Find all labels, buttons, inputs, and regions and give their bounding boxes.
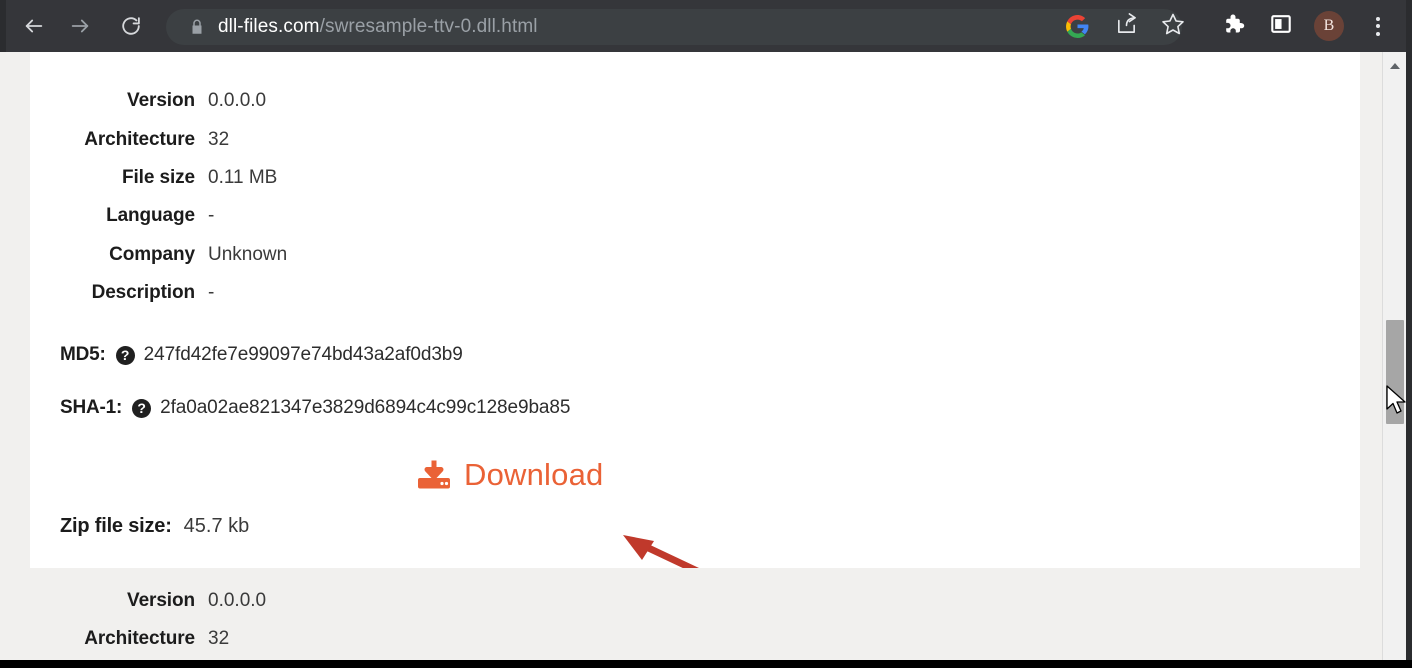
share-icon <box>1115 12 1138 40</box>
scrollbar-thumb[interactable] <box>1386 320 1404 424</box>
bookmark-button[interactable] <box>1155 8 1191 44</box>
md5-row: MD5: ? 247fd42fe7e99097e74bd43a2af0d3b9 <box>60 344 463 366</box>
spec-label: File size <box>121 167 195 188</box>
table-row: Description - <box>30 282 630 312</box>
spec-value: - <box>208 205 215 226</box>
sha1-row: SHA-1: ? 2fa0a02ae821347e3829d6894c4c99c… <box>60 397 570 419</box>
sha1-value: 2fa0a02ae821347e3829d6894c4c99c128e9ba85 <box>160 397 571 418</box>
help-question-icon[interactable]: ? <box>132 398 152 418</box>
browser-window: dll-files.com/swresample-ttv-0.dll.html <box>0 0 1412 668</box>
table-row: File size 0.11 MB <box>30 167 630 197</box>
puzzle-piece-icon <box>1221 12 1245 41</box>
spec-value: 0.0.0.0 <box>208 90 267 111</box>
spec-label: Version <box>127 590 195 611</box>
table-row: Architecture 32 <box>30 129 630 159</box>
spec-label: Description <box>91 282 196 303</box>
lock-icon <box>188 18 206 36</box>
spec-value: 0.11 MB <box>208 167 278 188</box>
side-panel-icon <box>1270 13 1292 40</box>
back-arrow-icon <box>23 15 45 37</box>
zip-file-size-row: Zip file size: 45.7 kb <box>60 515 249 538</box>
google-g-icon[interactable] <box>1059 8 1095 44</box>
zip-file-size-value: 45.7 kb <box>183 515 250 537</box>
avatar: B <box>1314 11 1344 41</box>
extensions-button[interactable] <box>1215 8 1251 44</box>
spec-value: 32 <box>208 129 230 150</box>
forward-arrow-icon <box>69 15 91 37</box>
url-text: dll-files.com/swresample-ttv-0.dll.html <box>218 9 538 45</box>
dll-details-panel: Version 0.0.0.0 Architecture 32 File siz… <box>30 52 1360 598</box>
download-tray-icon <box>417 460 451 490</box>
table-row: Version 0.0.0.0 <box>30 90 630 120</box>
table-row: Version 0.0.0.0 <box>30 590 630 620</box>
reload-button[interactable] <box>113 8 149 44</box>
spec-label: Language <box>106 205 195 226</box>
url-host: dll-files.com <box>218 16 320 37</box>
page-canvas: Version 0.0.0.0 Architecture 32 File siz… <box>6 52 1382 660</box>
spec-value: 0.0.0.0 <box>208 590 267 611</box>
star-icon <box>1161 12 1185 41</box>
reload-icon <box>120 15 142 37</box>
page-viewport: Version 0.0.0.0 Architecture 32 File siz… <box>0 52 1412 660</box>
dll-details-panel-next: Version 0.0.0.0 Architecture 32 <box>30 568 1360 660</box>
browser-toolbar: dll-files.com/swresample-ttv-0.dll.html <box>0 0 1412 52</box>
md5-value: 247fd42fe7e99097e74bd43a2af0d3b9 <box>143 344 463 365</box>
spec-value: 32 <box>208 628 230 649</box>
window-left-edge <box>0 0 6 52</box>
address-bar[interactable]: dll-files.com/swresample-ttv-0.dll.html <box>166 9 1182 45</box>
sha1-label: SHA-1: <box>60 397 123 418</box>
table-row: Language - <box>30 205 630 235</box>
md5-label: MD5: <box>60 344 106 365</box>
zip-file-size-label: Zip file size: <box>60 515 172 537</box>
forward-button[interactable] <box>62 8 98 44</box>
vertical-scrollbar[interactable] <box>1382 52 1407 660</box>
share-button[interactable] <box>1108 8 1144 44</box>
spec-label: Architecture <box>84 628 195 649</box>
download-label: Download <box>464 457 604 492</box>
download-link[interactable]: Download <box>417 457 603 493</box>
three-dot-menu-icon <box>1376 16 1380 36</box>
back-button[interactable] <box>16 8 52 44</box>
table-row: Company Unknown <box>30 244 630 274</box>
help-question-icon[interactable]: ? <box>115 345 135 365</box>
spec-label: Company <box>109 244 195 265</box>
table-row: Architecture 32 <box>30 628 630 658</box>
side-panel-button[interactable] <box>1263 8 1299 44</box>
profile-button[interactable]: B <box>1311 8 1347 44</box>
spec-value: Unknown <box>208 244 288 265</box>
spec-label: Version <box>127 90 195 111</box>
window-bottom-edge <box>0 660 1412 668</box>
spec-value: - <box>208 282 215 303</box>
spec-label: Architecture <box>84 129 195 150</box>
chrome-menu-button[interactable] <box>1360 8 1396 44</box>
url-path: /swresample-ttv-0.dll.html <box>319 16 538 37</box>
window-right-edge <box>1406 0 1412 668</box>
scroll-up-arrow-icon[interactable] <box>1383 52 1407 80</box>
